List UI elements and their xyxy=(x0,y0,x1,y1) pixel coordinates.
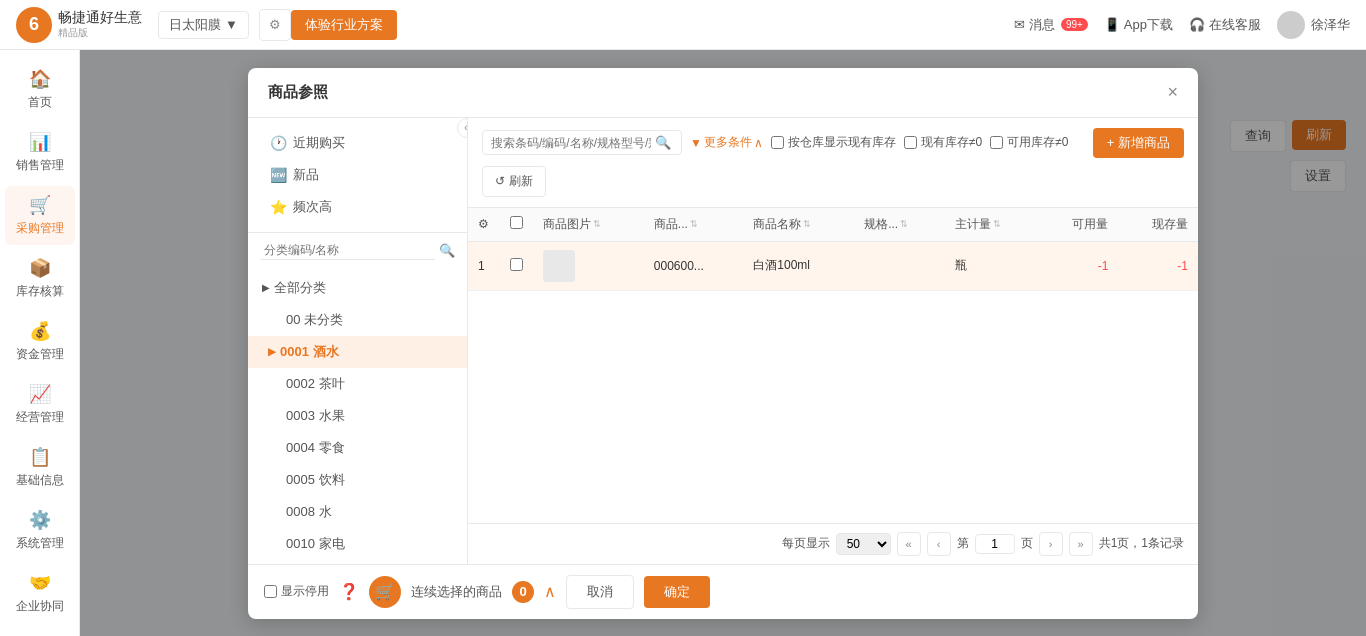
sidebar-item-9[interactable]: 🎓新手引导 xyxy=(5,627,75,636)
quick-tabs: 🕐近期购买🆕新品⭐频次高 xyxy=(248,118,467,233)
total-info: 共1页，1条记录 xyxy=(1099,535,1184,552)
logo-area: 6 畅捷通好生意 精品版 xyxy=(16,7,142,43)
per-page-select[interactable]: 50 10 20 100 xyxy=(836,533,891,555)
logo-edition: 精品版 xyxy=(58,26,142,40)
gear-button[interactable]: ⚙ xyxy=(259,9,291,41)
category-item-7[interactable]: 0008 水 xyxy=(248,496,467,528)
refresh-icon: ↺ xyxy=(495,174,505,188)
modal-right-panel: 🔍 ▼ 更多条件 ∧ 按仓库显示现有库存 xyxy=(468,118,1198,564)
sidebar-item-6[interactable]: 📋基础信息 xyxy=(5,438,75,497)
quick-tab-0[interactable]: 🕐近期购买 xyxy=(260,128,455,158)
category-item-5[interactable]: 0004 零食 xyxy=(248,432,467,464)
category-item-2[interactable]: ▶0001 酒水 xyxy=(248,336,467,368)
top-nav: 6 畅捷通好生意 精品版 日太阳膜 ▼ ⚙ 体验行业方案 ✉ 消息 99+ 📱 … xyxy=(0,0,1366,50)
col-stock[interactable]: 现存量 xyxy=(1118,208,1198,242)
product-search-icon[interactable]: 🔍 xyxy=(655,135,671,150)
sidebar-item-1[interactable]: 📊销售管理 xyxy=(5,123,75,182)
product-search-input[interactable] xyxy=(491,136,651,150)
product-table-area: ⚙ 商品图片 ⇅ xyxy=(468,208,1198,523)
col-image: 商品图片 ⇅ xyxy=(533,208,644,242)
category-item-0[interactable]: ▶全部分类 xyxy=(248,272,467,304)
nav-selector[interactable]: 日太阳膜 ▼ xyxy=(158,11,249,39)
avatar xyxy=(1277,11,1305,39)
col-checkbox[interactable] xyxy=(500,208,533,242)
sidebar-item-4[interactable]: 💰资金管理 xyxy=(5,312,75,371)
col-available[interactable]: 可用量 xyxy=(1039,208,1119,242)
category-item-3[interactable]: 0002 茶叶 xyxy=(248,368,467,400)
table-header-row: ⚙ 商品图片 ⇅ xyxy=(468,208,1198,242)
col-spec[interactable]: 规格... ⇅ xyxy=(854,208,945,242)
collapse-button[interactable]: « xyxy=(457,118,468,138)
category-search-icon[interactable]: 🔍 xyxy=(439,243,455,258)
product-table: ⚙ 商品图片 ⇅ xyxy=(468,208,1198,291)
cart-text: 连续选择的商品 xyxy=(411,583,502,601)
next-page-button[interactable]: › xyxy=(1039,532,1063,556)
prev-page-button[interactable]: ‹ xyxy=(927,532,951,556)
checkbox-current-stock[interactable]: 现有库存≠0 xyxy=(904,134,982,151)
trial-button[interactable]: 体验行业方案 xyxy=(291,10,397,40)
cart-icon[interactable]: 🛒 xyxy=(369,576,401,608)
modal: 商品参照 × 🕐近期购买🆕新品⭐频次高 « xyxy=(248,68,1198,619)
modal-title: 商品参照 xyxy=(268,83,328,102)
category-search: 🔍 xyxy=(248,233,467,268)
category-list: ▶全部分类00 未分类▶0001 酒水0002 茶叶0003 水果0004 零食… xyxy=(248,268,467,564)
service-nav[interactable]: 🎧 在线客服 xyxy=(1189,16,1261,34)
pagination: 每页显示 50 10 20 100 « ‹ 第 页 xyxy=(468,523,1198,564)
modal-body: 🕐近期购买🆕新品⭐频次高 « 🔍 ▶全部分类00 未分类▶0001 酒水0002… xyxy=(248,118,1198,564)
checkbox-available-stock[interactable]: 可用库存≠0 xyxy=(990,134,1068,151)
show-disabled-checkbox[interactable]: 显示停用 xyxy=(264,583,329,600)
table-row[interactable]: 1 000600... 白酒100ml 瓶 -1 -1 xyxy=(468,241,1198,290)
help-icon[interactable]: ❓ xyxy=(339,582,359,601)
page-input[interactable] xyxy=(975,534,1015,554)
quick-tab-1[interactable]: 🆕新品 xyxy=(260,160,455,190)
refresh-button[interactable]: ↺ 刷新 xyxy=(482,166,546,197)
more-conditions-button[interactable]: ▼ 更多条件 ∧ xyxy=(690,134,763,151)
category-item-8[interactable]: 0010 家电 xyxy=(248,528,467,560)
add-product-button[interactable]: + 新增商品 xyxy=(1093,128,1184,158)
layout: 🏠首页📊销售管理🛒采购管理📦库存核算💰资金管理📈经营管理📋基础信息⚙️系统管理🤝… xyxy=(0,50,1366,636)
col-unit[interactable]: 主计量 ⇅ xyxy=(945,208,1039,242)
logo-name: 畅捷通好生意 xyxy=(58,9,142,26)
main-area: 查询 刷新 设置 商品参照 × 🕐近期购买🆕新品⭐频次高 xyxy=(80,50,1366,636)
col-name[interactable]: 商品名称 ⇅ xyxy=(743,208,854,242)
category-search-input[interactable] xyxy=(260,241,435,260)
modal-footer: 显示停用 ❓ 🛒 连续选择的商品 0 ∧ 取消 确定 xyxy=(248,564,1198,619)
logo-icon: 6 xyxy=(16,7,52,43)
modal-left-panel: 🕐近期购买🆕新品⭐频次高 « 🔍 ▶全部分类00 未分类▶0001 酒水0002… xyxy=(248,118,468,564)
page-label: 第 xyxy=(957,535,969,552)
confirm-button[interactable]: 确定 xyxy=(644,576,710,608)
category-item-4[interactable]: 0003 水果 xyxy=(248,400,467,432)
user-avatar-area[interactable]: 徐泽华 xyxy=(1277,11,1350,39)
sidebar-item-7[interactable]: ⚙️系统管理 xyxy=(5,501,75,560)
app-download-nav[interactable]: 📱 App下载 xyxy=(1104,16,1173,34)
product-image xyxy=(543,250,575,282)
category-item-1[interactable]: 00 未分类 xyxy=(248,304,467,336)
modal-header: 商品参照 × xyxy=(248,68,1198,118)
page-suffix: 页 xyxy=(1021,535,1033,552)
cancel-button[interactable]: 取消 xyxy=(566,575,634,609)
sidebar-item-5[interactable]: 📈经营管理 xyxy=(5,375,75,434)
modal-close-button[interactable]: × xyxy=(1167,82,1178,103)
per-page-label: 每页显示 xyxy=(782,535,830,552)
quick-tab-2[interactable]: ⭐频次高 xyxy=(260,192,455,222)
category-item-6[interactable]: 0005 饮料 xyxy=(248,464,467,496)
product-tbody: 1 000600... 白酒100ml 瓶 -1 -1 xyxy=(468,241,1198,290)
sidebar: 🏠首页📊销售管理🛒采购管理📦库存核算💰资金管理📈经营管理📋基础信息⚙️系统管理🤝… xyxy=(0,50,80,636)
cart-count: 0 xyxy=(512,581,534,603)
sidebar-item-2[interactable]: 🛒采购管理 xyxy=(5,186,75,245)
sidebar-item-0[interactable]: 🏠首页 xyxy=(5,60,75,119)
col-code[interactable]: 商品... ⇅ xyxy=(644,208,744,242)
sidebar-item-3[interactable]: 📦库存核算 xyxy=(5,249,75,308)
modal-overlay: 商品参照 × 🕐近期购买🆕新品⭐频次高 « xyxy=(80,50,1366,636)
filter-bar: 🔍 ▼ 更多条件 ∧ 按仓库显示现有库存 xyxy=(468,118,1198,208)
first-page-button[interactable]: « xyxy=(897,532,921,556)
messages-nav[interactable]: ✉ 消息 99+ xyxy=(1014,16,1088,34)
collapse-cart-icon[interactable]: ∧ xyxy=(544,582,556,601)
col-gear[interactable]: ⚙ xyxy=(468,208,500,242)
product-search-wrap: 🔍 xyxy=(482,130,682,155)
last-page-button[interactable]: » xyxy=(1069,532,1093,556)
sidebar-item-8[interactable]: 🤝企业协同 xyxy=(5,564,75,623)
checkbox-warehouse-stock[interactable]: 按仓库显示现有库存 xyxy=(771,134,896,151)
